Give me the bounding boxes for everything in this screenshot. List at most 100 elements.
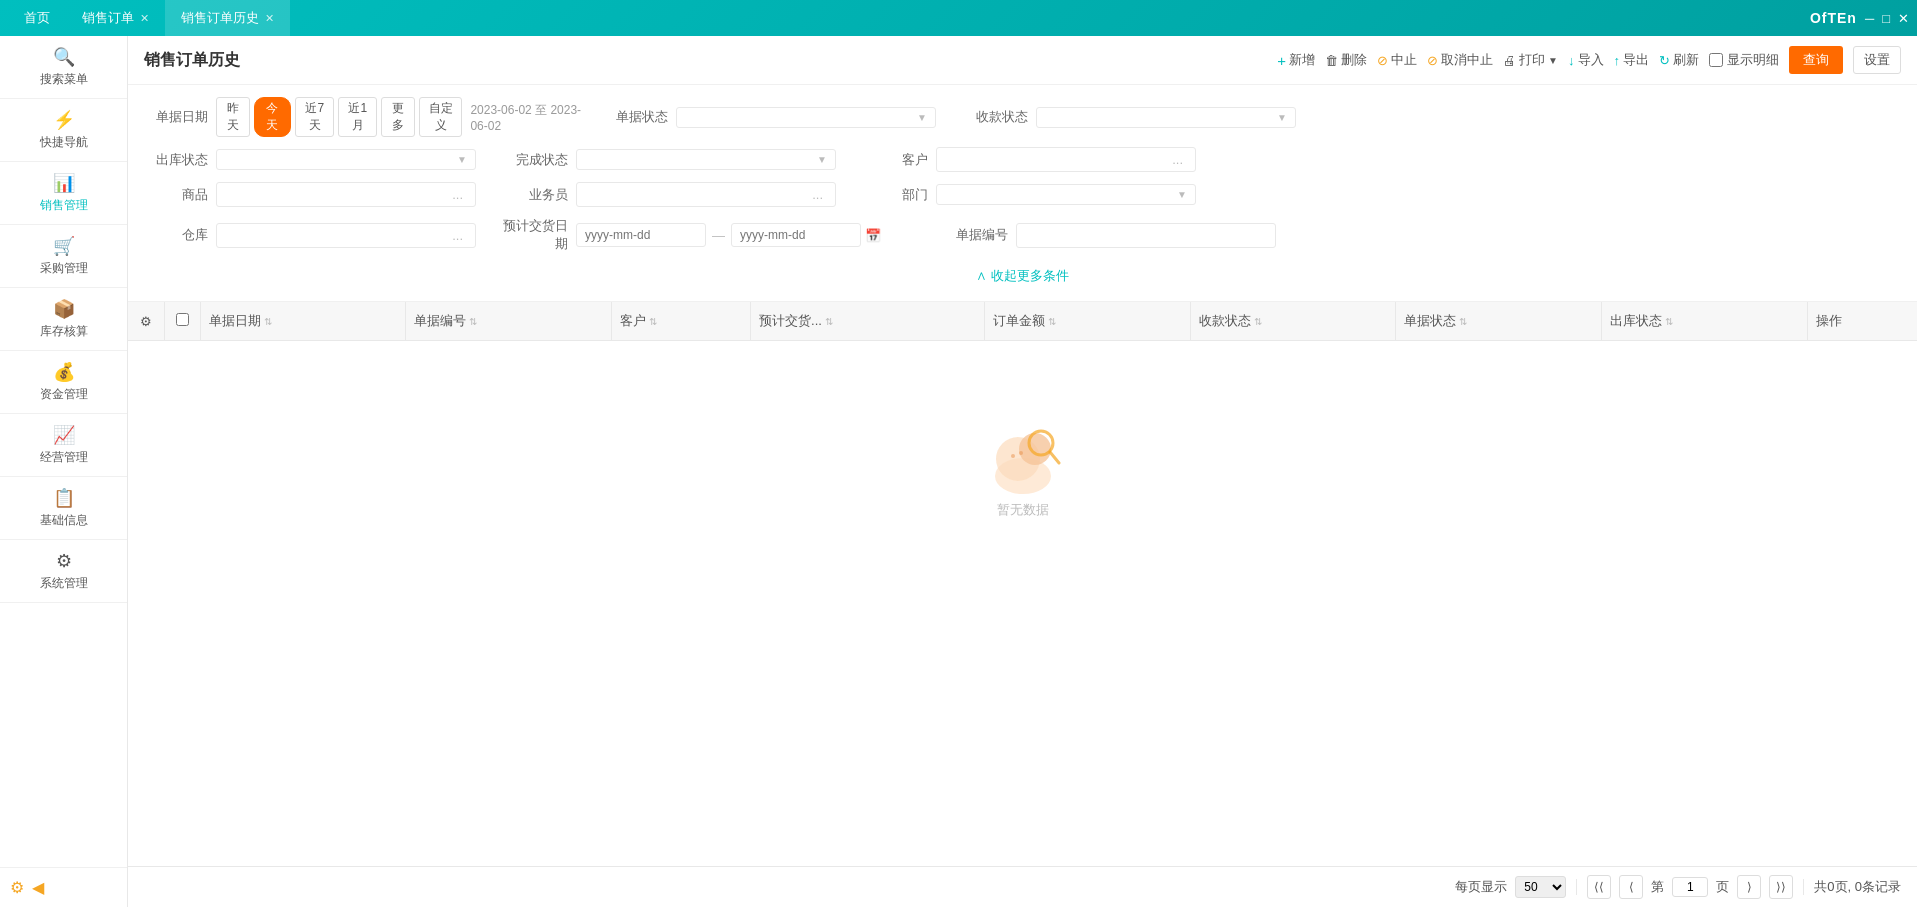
sidebar-settings-icon[interactable]: ⚙	[10, 878, 24, 897]
select-all-checkbox[interactable]	[176, 313, 189, 326]
filter-row-2: 出库状态 ▼ 完成状态 ▼ 客户 ...	[144, 147, 1901, 172]
salesperson-label: 业务员	[496, 186, 576, 204]
print-icon: 🖨	[1503, 53, 1516, 68]
stop-button[interactable]: ⊘ 中止	[1377, 51, 1417, 69]
outbound-status-select[interactable]: ▼	[216, 149, 476, 170]
sidebar-item-search-label: 搜索菜单	[40, 71, 88, 88]
sort-amount-icon[interactable]: ⇅	[1048, 316, 1056, 327]
tab-sales-order-history[interactable]: 销售订单历史 ✕	[165, 0, 290, 36]
page-number-input[interactable]	[1672, 877, 1708, 897]
calendar-end-icon[interactable]: 📅	[865, 228, 881, 243]
order-no-input[interactable]	[1025, 228, 1267, 243]
department-select[interactable]: ▼	[936, 184, 1196, 205]
delivery-date-end[interactable]	[731, 223, 861, 247]
warehouse-input[interactable]	[225, 228, 448, 243]
warehouse-dots[interactable]: ...	[448, 228, 467, 243]
th-amount-label: 订单金额	[993, 312, 1045, 330]
finance-icon: 💰	[53, 361, 75, 383]
export-button[interactable]: ↑ 导出	[1614, 51, 1650, 69]
next-page-btn[interactable]: ⟩	[1737, 875, 1761, 899]
last-page-btn[interactable]: ⟩⟩	[1769, 875, 1793, 899]
page-size-select[interactable]: 50 10 20 100	[1515, 876, 1566, 898]
delivery-date-start[interactable]	[576, 223, 706, 247]
sidebar-item-finance-label: 资金管理	[40, 386, 88, 403]
prev-page-btn[interactable]: ⟨	[1619, 875, 1643, 899]
customer-input[interactable]	[945, 152, 1168, 167]
sort-customer-icon[interactable]: ⇅	[649, 316, 657, 327]
print-button[interactable]: 🖨 打印 ▼	[1503, 51, 1558, 69]
sort-no-icon[interactable]: ⇅	[469, 316, 477, 327]
collapse-row[interactable]: ∧ 收起更多条件	[144, 263, 1901, 289]
query-button[interactable]: 查询	[1789, 46, 1843, 74]
sidebar-item-inventory[interactable]: 📦 库存核算	[0, 288, 127, 351]
yesterday-btn[interactable]: 昨天	[216, 97, 250, 137]
completion-dropdown-icon: ▼	[817, 154, 827, 165]
table-header-row: ⚙ 单据日期 ⇅	[128, 302, 1917, 341]
product-input[interactable]	[225, 187, 448, 202]
window-minimize[interactable]: ─	[1865, 11, 1874, 26]
th-settings[interactable]: ⚙	[128, 302, 164, 341]
sidebar-item-quick-nav[interactable]: ⚡ 快捷导航	[0, 99, 127, 162]
completion-status-select[interactable]: ▼	[576, 149, 836, 170]
window-close[interactable]: ✕	[1898, 11, 1909, 26]
content-area: 销售订单历史 + 新增 🗑 删除 ⊘ 中止 ⊘	[128, 36, 1917, 907]
tab-sales-order[interactable]: 销售订单 ✕	[66, 0, 165, 36]
sort-receipt-icon[interactable]: ⇅	[1254, 316, 1262, 327]
filter-row-3: 商品 ... 业务员 ... 部门 ▼	[144, 182, 1901, 207]
total-records: 共0页, 0条记录	[1814, 878, 1901, 896]
toolbar: + 新增 🗑 删除 ⊘ 中止 ⊘ 取消中止	[1277, 46, 1901, 74]
sidebar-item-system[interactable]: ⚙ 系统管理	[0, 540, 127, 603]
export-icon: ↑	[1614, 53, 1621, 68]
page-label-2: 页	[1716, 878, 1729, 896]
sort-delivery-icon[interactable]: ⇅	[825, 316, 833, 327]
customer-dots[interactable]: ...	[1168, 152, 1187, 167]
first-page-btn[interactable]: ⟨⟨	[1587, 875, 1611, 899]
tab-sales-order-history-close[interactable]: ✕	[265, 12, 274, 25]
sidebar-item-search[interactable]: 🔍 搜索菜单	[0, 36, 127, 99]
sort-order-status-icon[interactable]: ⇅	[1459, 316, 1467, 327]
today-btn[interactable]: 今天	[254, 97, 292, 137]
display-detail-checkbox[interactable]	[1709, 53, 1723, 67]
add-button[interactable]: + 新增	[1277, 51, 1315, 69]
svg-point-2	[1019, 433, 1051, 465]
cancel-stop-label: 取消中止	[1441, 51, 1493, 69]
sort-outbound-icon[interactable]: ⇅	[1665, 316, 1673, 327]
custom-btn[interactable]: 自定义	[419, 97, 462, 137]
product-dots[interactable]: ...	[448, 187, 467, 202]
th-customer: 客户 ⇅	[612, 302, 751, 341]
th-checkbox[interactable]	[164, 302, 200, 341]
sidebar-item-finance[interactable]: 💰 资金管理	[0, 351, 127, 414]
sidebar-item-sales[interactable]: 📊 销售管理	[0, 162, 127, 225]
sidebar-item-operations[interactable]: 📈 经营管理	[0, 414, 127, 477]
th-order-status-label: 单据状态	[1404, 312, 1456, 330]
table-settings-icon[interactable]: ⚙	[140, 314, 152, 329]
operations-icon: 📈	[53, 424, 75, 446]
tab-home[interactable]: 首页	[8, 0, 66, 36]
sort-date-icon[interactable]: ⇅	[264, 316, 272, 327]
last1month-btn[interactable]: 近1月	[338, 97, 377, 137]
top-bar: 首页 销售订单 ✕ 销售订单历史 ✕ OfTEn ─ □ ✕	[0, 0, 1917, 36]
receipt-status-select[interactable]: ▼	[1036, 107, 1296, 128]
salesperson-input[interactable]	[585, 187, 808, 202]
tab-sales-order-label: 销售订单	[82, 9, 134, 27]
sidebar-collapse-icon[interactable]: ◀	[32, 878, 44, 897]
more-btn[interactable]: 更多	[381, 97, 415, 137]
tab-sales-order-close[interactable]: ✕	[140, 12, 149, 25]
delete-button[interactable]: 🗑 删除	[1325, 51, 1367, 69]
th-receipt-status-label: 收款状态	[1199, 312, 1251, 330]
sidebar-item-purchase[interactable]: 🛒 采购管理	[0, 225, 127, 288]
outbound-dropdown-icon: ▼	[457, 154, 467, 165]
window-maximize[interactable]: □	[1882, 11, 1890, 26]
settings-button[interactable]: 设置	[1853, 46, 1901, 74]
system-icon: ⚙	[56, 550, 72, 572]
th-date: 单据日期 ⇅	[200, 302, 406, 341]
sidebar-item-master-data[interactable]: 📋 基础信息	[0, 477, 127, 540]
order-status-select[interactable]: ▼	[676, 107, 936, 128]
salesperson-dots[interactable]: ...	[808, 187, 827, 202]
date-separator: —	[706, 228, 731, 243]
cancel-stop-button[interactable]: ⊘ 取消中止	[1427, 51, 1493, 69]
refresh-button[interactable]: ↻ 刷新	[1659, 51, 1699, 69]
warehouse-label: 仓库	[144, 226, 216, 244]
import-button[interactable]: ↓ 导入	[1568, 51, 1604, 69]
last7days-btn[interactable]: 近7天	[295, 97, 334, 137]
